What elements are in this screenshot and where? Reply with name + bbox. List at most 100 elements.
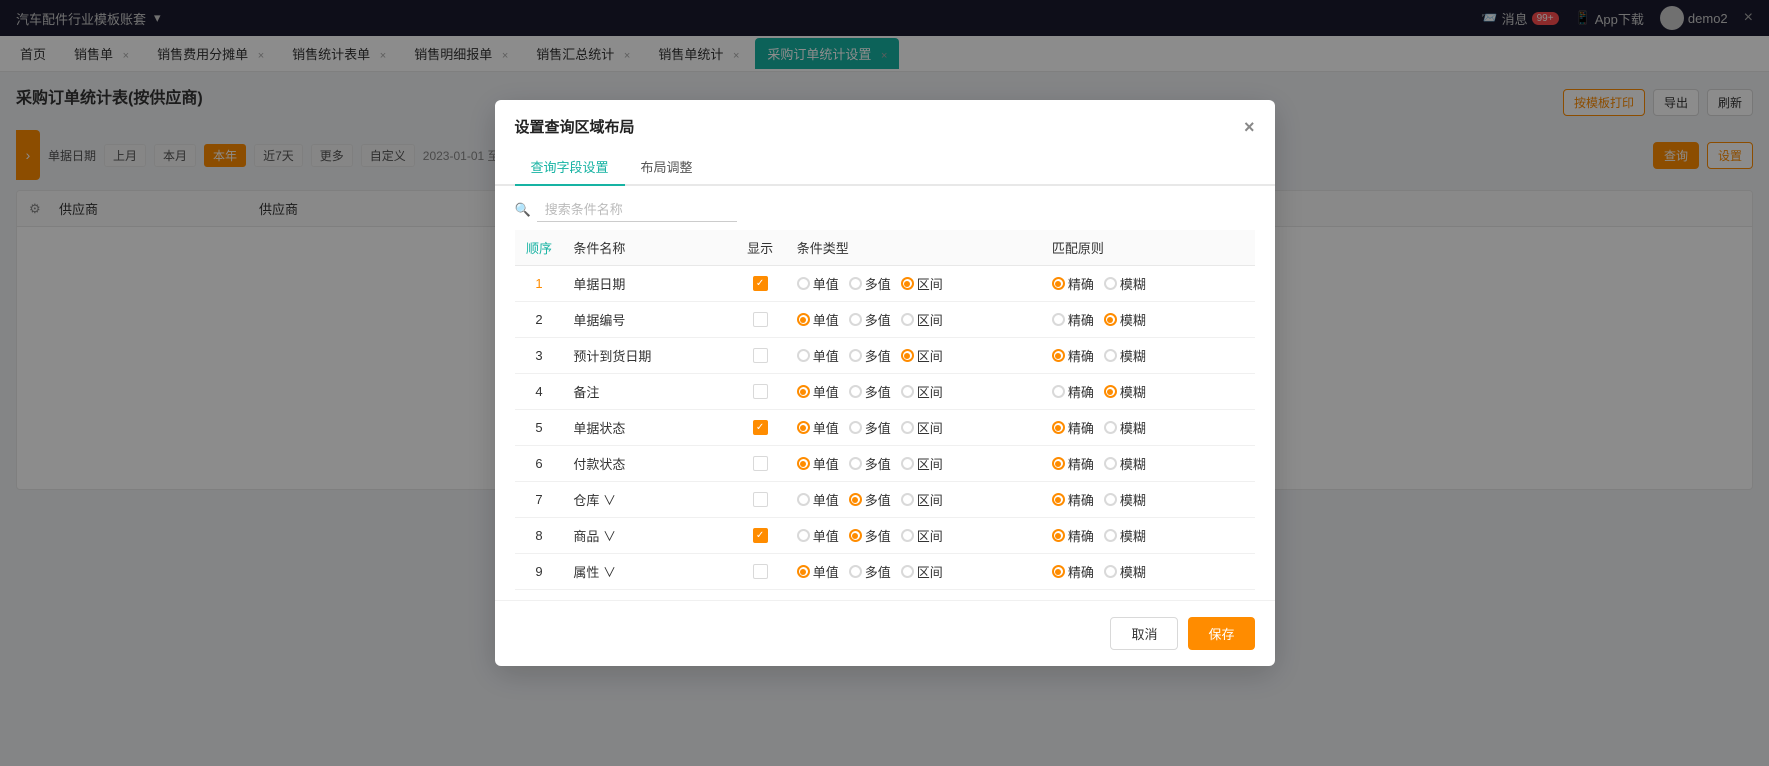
radio-type-type_multi[interactable]: 多值 xyxy=(849,274,891,293)
cell-show[interactable] xyxy=(734,338,787,374)
radio-type-type_multi[interactable]: 多值 xyxy=(849,490,891,509)
modal-tab-query[interactable]: 查询字段设置 xyxy=(515,149,625,186)
show-checkbox[interactable] xyxy=(753,456,768,471)
show-checkbox[interactable] xyxy=(753,492,768,507)
radio-circle-icon xyxy=(1052,421,1065,434)
radio-type-type_range[interactable]: 区间 xyxy=(901,310,943,329)
modal-close-btn[interactable]: × xyxy=(1244,118,1255,136)
show-checkbox[interactable]: ✓ xyxy=(753,528,768,543)
radio-type-type_range[interactable]: 区间 xyxy=(901,454,943,473)
radio-type-type_range[interactable]: 区间 xyxy=(901,346,943,365)
conditions-table: 顺序 条件名称 显示 条件类型 匹配原则 1单据日期✓单值多值区间精确模糊2单据… xyxy=(515,230,1255,600)
radio-circle-icon xyxy=(1052,493,1065,506)
cancel-btn[interactable]: 取消 xyxy=(1110,617,1178,650)
radio-match-match_exact[interactable]: 精确 xyxy=(1052,490,1094,509)
radio-match-match_exact[interactable]: 精确 xyxy=(1052,418,1094,437)
show-checkbox[interactable]: ✓ xyxy=(753,420,768,435)
radio-circle-icon xyxy=(797,493,810,506)
cell-name: 单据日期 xyxy=(563,266,733,302)
cell-order: 7 xyxy=(515,482,564,518)
radio-match-match_fuzzy[interactable]: 模糊 xyxy=(1104,562,1146,581)
radio-circle-icon xyxy=(1052,457,1065,470)
cell-name: 单据状态 xyxy=(563,410,733,446)
radio-match-match_fuzzy[interactable]: 模糊 xyxy=(1104,310,1146,329)
radio-match-match_fuzzy[interactable]: 模糊 xyxy=(1104,274,1146,293)
radio-match-match_exact[interactable]: 精确 xyxy=(1052,274,1094,293)
radio-circle-icon xyxy=(849,565,862,578)
radio-type-type_range[interactable]: 区间 xyxy=(901,562,943,581)
radio-match-match_exact[interactable]: 精确 xyxy=(1052,562,1094,581)
search-input[interactable] xyxy=(537,198,737,222)
radio-match-match_fuzzy[interactable]: 模糊 xyxy=(1104,526,1146,545)
radio-type-type_range[interactable]: 区间 xyxy=(901,274,943,293)
show-checkbox[interactable] xyxy=(753,312,768,327)
radio-circle-icon xyxy=(797,421,810,434)
radio-type-type_single[interactable]: 单值 xyxy=(797,454,839,473)
modal-title: 设置查询区域布局 xyxy=(515,116,635,137)
radio-type-type_single[interactable]: 单值 xyxy=(797,274,839,293)
radio-type-type_range[interactable]: 区间 xyxy=(901,490,943,509)
cell-show[interactable]: ✓ xyxy=(734,266,787,302)
radio-circle-icon xyxy=(901,385,914,398)
radio-match-match_exact[interactable]: 精确 xyxy=(1052,346,1094,365)
radio-type-type_multi[interactable]: 多值 xyxy=(849,454,891,473)
radio-type-type_multi[interactable]: 多值 xyxy=(849,418,891,437)
cell-show[interactable] xyxy=(734,446,787,482)
show-checkbox[interactable] xyxy=(753,348,768,363)
radio-match-match_fuzzy[interactable]: 模糊 xyxy=(1104,454,1146,473)
radio-match-match_fuzzy[interactable]: 模糊 xyxy=(1104,346,1146,365)
table-row: 1单据日期✓单值多值区间精确模糊 xyxy=(515,266,1255,302)
cell-show[interactable] xyxy=(734,302,787,338)
cell-show[interactable] xyxy=(734,374,787,410)
cell-show[interactable] xyxy=(734,590,787,601)
show-checkbox[interactable] xyxy=(753,384,768,399)
show-checkbox[interactable] xyxy=(753,564,768,579)
radio-type-type_multi[interactable]: 多值 xyxy=(849,526,891,545)
radio-match-match_fuzzy[interactable]: 模糊 xyxy=(1104,418,1146,437)
table-row: 4备注单值多值区间精确模糊 xyxy=(515,374,1255,410)
th-show: 显示 xyxy=(734,230,787,266)
show-checkbox[interactable]: ✓ xyxy=(753,276,768,291)
modal-tabs: 查询字段设置 布局调整 xyxy=(495,137,1275,186)
radio-circle-icon xyxy=(1104,313,1117,326)
cell-show[interactable] xyxy=(734,482,787,518)
radio-type-type_single[interactable]: 单值 xyxy=(797,346,839,365)
cell-match: 精确模糊 xyxy=(1042,446,1255,482)
modal-tab-layout[interactable]: 布局调整 xyxy=(625,149,709,186)
radio-circle-icon xyxy=(849,385,862,398)
radio-circle-icon xyxy=(797,457,810,470)
cell-match: 精确模糊 xyxy=(1042,590,1255,601)
radio-circle-icon xyxy=(1104,565,1117,578)
radio-circle-icon xyxy=(1052,565,1065,578)
radio-type-type_single[interactable]: 单值 xyxy=(797,562,839,581)
radio-circle-icon xyxy=(797,529,810,542)
cell-match: 精确模糊 xyxy=(1042,482,1255,518)
radio-type-type_multi[interactable]: 多值 xyxy=(849,346,891,365)
radio-type-type_multi[interactable]: 多值 xyxy=(849,310,891,329)
radio-type-type_multi[interactable]: 多值 xyxy=(849,562,891,581)
save-btn[interactable]: 保存 xyxy=(1188,617,1254,650)
radio-type-type_single[interactable]: 单值 xyxy=(797,526,839,545)
cell-show[interactable]: ✓ xyxy=(734,410,787,446)
modal-footer: 取消 保存 xyxy=(495,600,1275,666)
modal-table-area: 顺序 条件名称 显示 条件类型 匹配原则 1单据日期✓单值多值区间精确模糊2单据… xyxy=(495,230,1275,600)
radio-match-match_exact[interactable]: 精确 xyxy=(1052,526,1094,545)
radio-match-match_exact[interactable]: 精确 xyxy=(1052,382,1094,401)
cell-show[interactable] xyxy=(734,554,787,590)
radio-match-match_exact[interactable]: 精确 xyxy=(1052,310,1094,329)
radio-type-type_range[interactable]: 区间 xyxy=(901,418,943,437)
radio-type-type_range[interactable]: 区间 xyxy=(901,526,943,545)
cell-show[interactable]: ✓ xyxy=(734,518,787,554)
radio-type-type_single[interactable]: 单值 xyxy=(797,490,839,509)
modal: 设置查询区域布局 × 查询字段设置 布局调整 🔍 顺序 条件名称 显示 条件类型 xyxy=(495,100,1275,666)
radio-type-type_multi[interactable]: 多值 xyxy=(849,382,891,401)
radio-match-match_exact[interactable]: 精确 xyxy=(1052,454,1094,473)
cell-order: 4 xyxy=(515,374,564,410)
radio-match-match_fuzzy[interactable]: 模糊 xyxy=(1104,382,1146,401)
radio-circle-icon xyxy=(797,313,810,326)
radio-type-type_range[interactable]: 区间 xyxy=(901,382,943,401)
radio-type-type_single[interactable]: 单值 xyxy=(797,382,839,401)
radio-match-match_fuzzy[interactable]: 模糊 xyxy=(1104,490,1146,509)
radio-type-type_single[interactable]: 单值 xyxy=(797,310,839,329)
radio-type-type_single[interactable]: 单值 xyxy=(797,418,839,437)
